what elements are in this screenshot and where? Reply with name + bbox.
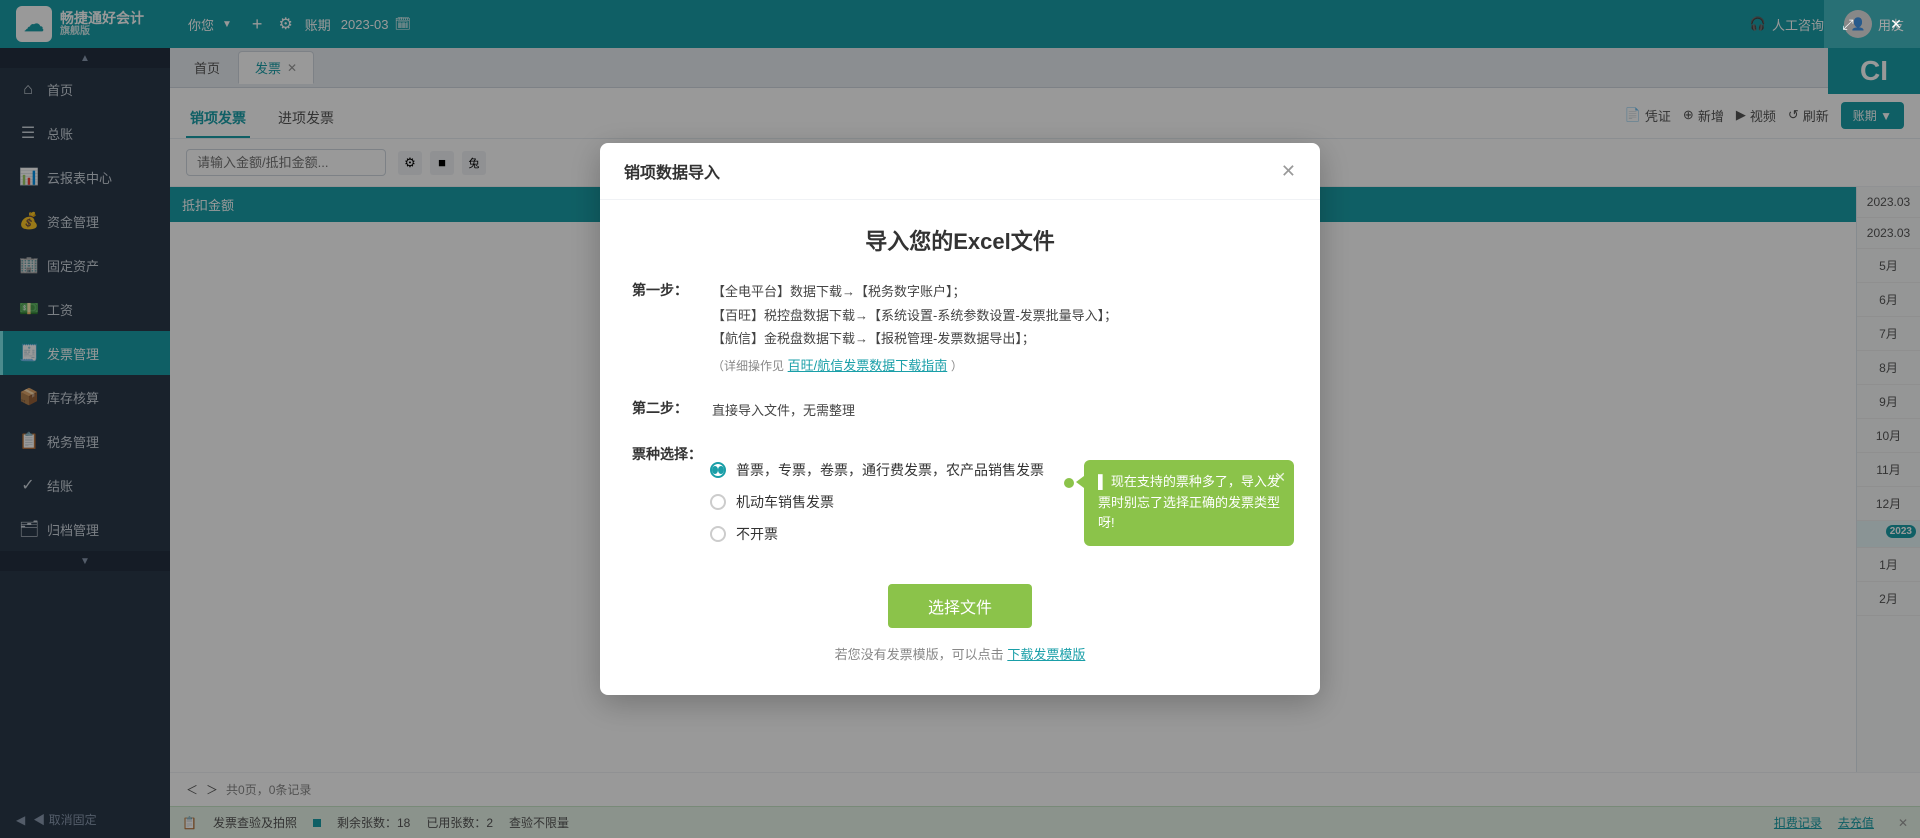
step1-section: 第一步： 【全电平台】数据下载→【税务数字账户】； 【百旺】税控盘数据下载→【系… — [632, 280, 1288, 378]
import-modal: 销项数据导入 ✕ 导入您的Excel文件 第一步： 【全电平台】数据下载→【税务… — [600, 143, 1320, 695]
step2-section: 第二步： 直接导入文件，无需整理 — [632, 398, 1288, 424]
radio-vehicle[interactable] — [710, 494, 726, 510]
modal-main-title: 导入您的Excel文件 — [632, 224, 1288, 256]
modal-header: 销项数据导入 ✕ — [600, 143, 1320, 200]
maximize-button[interactable]: ⤢ — [1824, 0, 1872, 48]
modal-close-btn[interactable]: ✕ — [1281, 161, 1296, 182]
tooltip-close-btn[interactable]: ✕ — [1274, 466, 1286, 488]
step2-content: 直接导入文件，无需整理 — [696, 399, 855, 422]
step1-label: 第一步： — [632, 280, 688, 372]
step2-label: 第二步： — [632, 398, 688, 418]
ticket-option-normal-label: 普票，专票，卷票，通行费发票，农产品销售发票 — [736, 460, 1044, 480]
close-button[interactable]: ✕ — [1872, 0, 1920, 48]
download-hint: 若您没有发票模版，可以点击 — [835, 647, 1004, 662]
ticket-option-vehicle-label: 机动车销售发票 — [736, 492, 834, 512]
step1-note: （详细操作见 — [712, 359, 784, 373]
step1-content: 【全电平台】数据下载→【税务数字账户】； 【百旺】税控盘数据下载→【系统设置-系… — [696, 280, 1117, 378]
download-link[interactable]: 下载发票模版 — [1007, 647, 1085, 662]
ticket-option-normal[interactable]: 普票，专票，卷票，通行费发票，农产品销售发票 — [710, 460, 1044, 480]
step1-line1: 【全电平台】数据下载→【税务数字账户】； — [712, 280, 1117, 303]
ticket-option-none[interactable]: 不开票 — [710, 524, 1044, 544]
modal-body: 导入您的Excel文件 第一步： 【全电平台】数据下载→【税务数字账户】； 【百… — [600, 200, 1320, 695]
modal-overlay[interactable]: 销项数据导入 ✕ 导入您的Excel文件 第一步： 【全电平台】数据下载→【税务… — [0, 0, 1920, 838]
ticket-option-vehicle[interactable]: 机动车销售发票 — [710, 492, 1044, 512]
ticket-label: 票种选择： — [632, 444, 702, 464]
select-file-btn[interactable]: 选择文件 — [888, 584, 1032, 628]
ticket-option-none-label: 不开票 — [736, 524, 778, 544]
ticket-section: 票种选择： 普票，专票，卷票，通行费发票，农产品销售发票 机动车销售 — [632, 444, 1288, 560]
ticket-options: 普票，专票，卷票，通行费发票，农产品销售发票 机动车销售发票 不开票 — [710, 460, 1044, 544]
tooltip-text: ▌ 现在支持的票种多了，导入发票时别忘了选择正确的发票类型呀! — [1098, 474, 1280, 531]
window-controls: ⤢ ✕ — [1824, 0, 1920, 48]
step1-link[interactable]: 百旺/航信发票数据下载指南 — [788, 358, 948, 373]
download-template-section: 若您没有发票模版，可以点击 下载发票模版 — [632, 644, 1288, 663]
step1-line3: 【航信】金税盘数据下载→【报税管理-发票数据导出】； — [712, 327, 1117, 350]
modal-title: 销项数据导入 — [624, 159, 720, 183]
tooltip-bubble: ✕ ▌ 现在支持的票种多了，导入发票时别忘了选择正确的发票类型呀! — [1084, 460, 1294, 546]
tooltip-dot — [1064, 478, 1074, 488]
radio-none[interactable] — [710, 526, 726, 542]
step1-line2: 【百旺】税控盘数据下载→【系统设置-系统参数设置-发票批量导入】； — [712, 304, 1117, 327]
radio-normal[interactable] — [710, 462, 726, 478]
